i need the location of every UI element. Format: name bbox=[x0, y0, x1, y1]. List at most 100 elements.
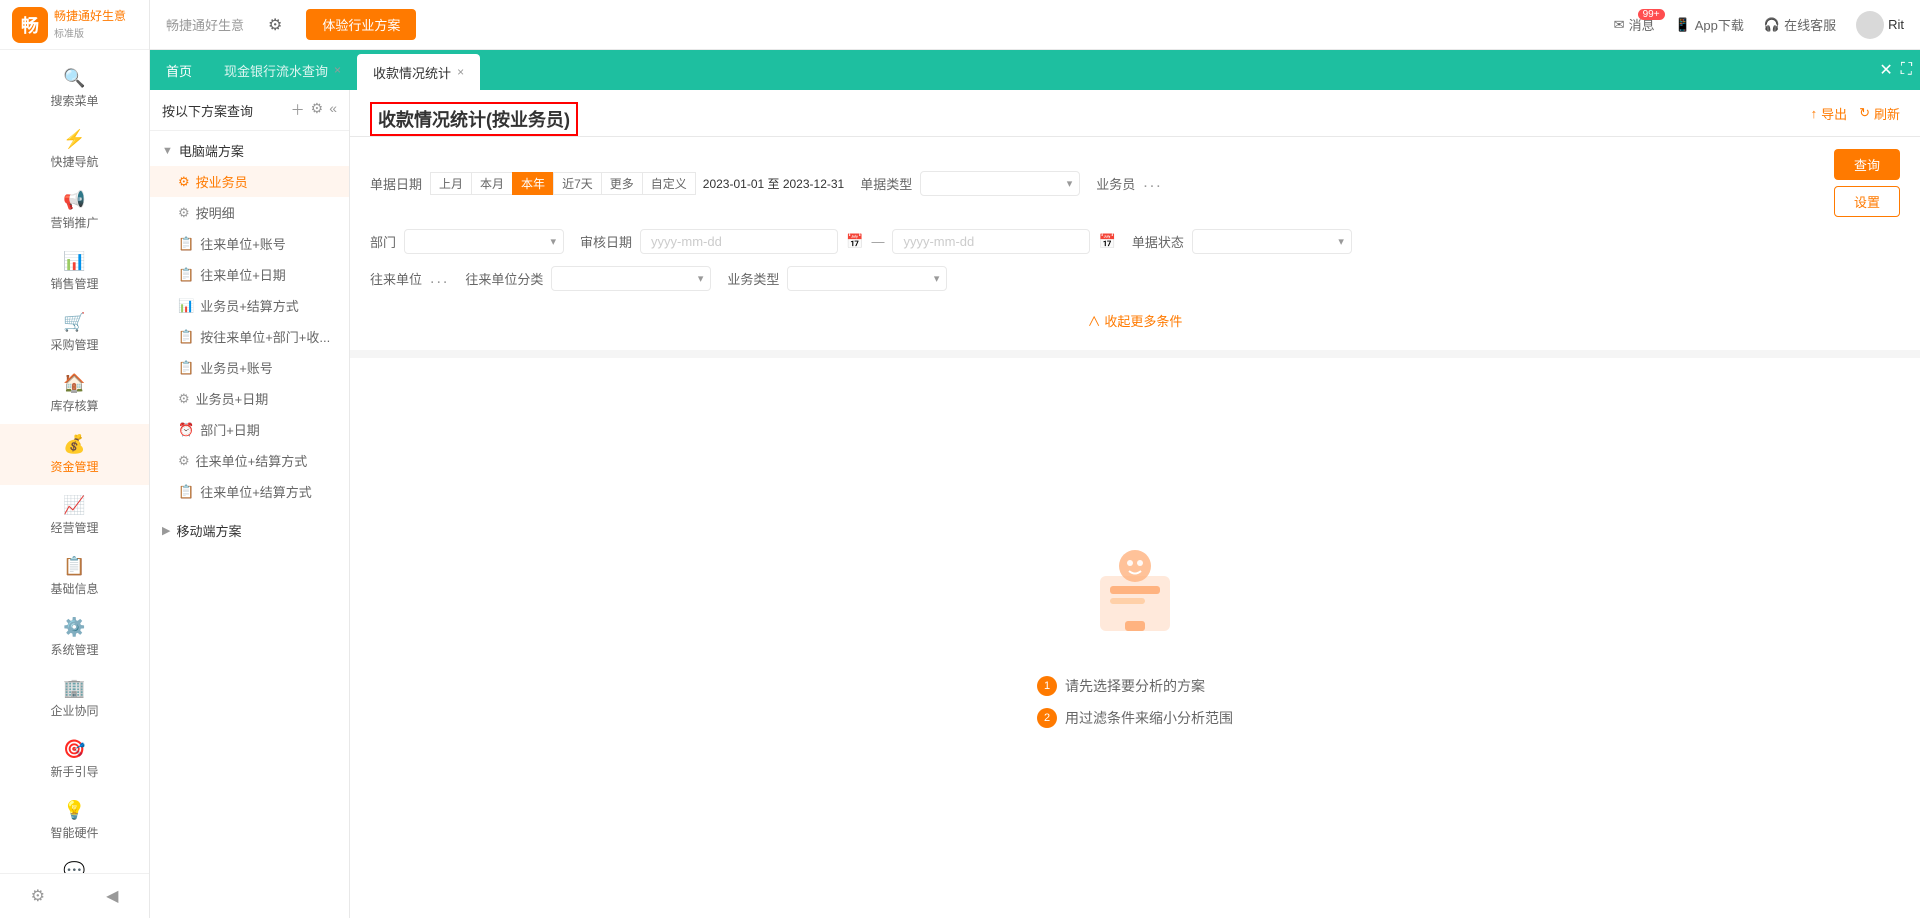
review-date-start[interactable] bbox=[640, 229, 838, 254]
tab-bank-close[interactable]: × bbox=[334, 63, 341, 77]
tab-receipt[interactable]: 收款情况统计 × bbox=[357, 54, 480, 90]
right-panel: 收款情况统计(按业务员) ↑ 导出 ↻ 刷新 bbox=[350, 90, 1920, 918]
tree-item-sales-date[interactable]: ⚙ 业务员+日期 bbox=[150, 383, 349, 414]
sidebar-item-quicknav[interactable]: ⚡ 快捷导航 bbox=[0, 119, 149, 180]
sidebar-item-finance[interactable]: 💰 资金管理 bbox=[0, 424, 149, 485]
scheme-collapse-btn[interactable]: « bbox=[329, 100, 337, 120]
salesman-more-btn[interactable]: ... bbox=[1143, 174, 1162, 192]
marketing-icon: 📢 bbox=[63, 190, 85, 211]
partner-category-select[interactable] bbox=[551, 266, 711, 291]
filter-row-2: 部门 ▾ 审核日期 📅 — 📅 bbox=[370, 229, 1900, 254]
review-date-end[interactable] bbox=[892, 229, 1090, 254]
user-avatar bbox=[1856, 11, 1884, 39]
trial-btn[interactable]: 体验行业方案 bbox=[306, 9, 416, 40]
sidebar-item-label: 经营管理 bbox=[50, 519, 98, 536]
tab-receipt-close[interactable]: × bbox=[457, 65, 464, 79]
topbar-message[interactable]: ✉ 消息 99+ bbox=[1614, 15, 1655, 34]
tree-group-mobile-header[interactable]: ▶ 移动端方案 bbox=[150, 515, 349, 546]
tree-item-icon: ⚙ bbox=[178, 174, 190, 190]
settings-btn[interactable]: 设置 bbox=[1834, 186, 1900, 217]
biztype-select[interactable] bbox=[787, 266, 947, 291]
partner-category-label: 往来单位分类 bbox=[465, 269, 543, 288]
date-tab-thisyear[interactable]: 本年 bbox=[512, 172, 554, 195]
calendar-icon-2[interactable]: 📅 bbox=[1098, 233, 1115, 250]
sidebar-item-business[interactable]: 📈 经营管理 bbox=[0, 485, 149, 546]
tabbar: 首页 现金银行流水查询 × 收款情况统计 × ✕ ⛶ bbox=[150, 50, 1920, 90]
sidebar-item-search[interactable]: 🔍 搜索菜单 bbox=[0, 58, 149, 119]
query-btn[interactable]: 查询 bbox=[1834, 149, 1900, 180]
tab-bank[interactable]: 现金银行流水查询 × bbox=[208, 50, 357, 90]
sidebar-settings-btn[interactable]: ⚙ bbox=[31, 886, 45, 906]
date-tab-more[interactable]: 更多 bbox=[601, 172, 643, 195]
tree-item-dept-date[interactable]: ⏰ 部门+日期 bbox=[150, 414, 349, 445]
tree-item-icon: ⚙ bbox=[178, 453, 190, 469]
tree-item-icon: ⏰ bbox=[178, 422, 194, 438]
date-tab-lastmonth[interactable]: 上月 bbox=[430, 172, 472, 195]
service-icon: 🎧 bbox=[1764, 17, 1780, 33]
collapse-label: 收起更多条件 bbox=[1104, 314, 1182, 329]
empty-state: 1 请先选择要分析的方案 2 用过滤条件来缩小分析范围 bbox=[350, 358, 1920, 918]
sidebar-item-purchase[interactable]: 🛒 采购管理 bbox=[0, 302, 149, 363]
dept-select[interactable] bbox=[404, 229, 564, 254]
sidebar-collapse-btn[interactable]: ◀ bbox=[106, 886, 118, 906]
topbar-user[interactable]: Rit bbox=[1856, 11, 1904, 39]
page-title: 收款情况统计(按业务员) bbox=[370, 102, 578, 136]
topbar-service[interactable]: 🎧 在线客服 bbox=[1764, 15, 1836, 34]
export-btn[interactable]: ↑ 导出 bbox=[1811, 104, 1848, 123]
tree-item-unit-account[interactable]: 📋 往来单位+账号 bbox=[150, 228, 349, 259]
date-tab-thismonth[interactable]: 本月 bbox=[471, 172, 513, 195]
sidebar-item-label: 基础信息 bbox=[50, 580, 98, 597]
business-icon: 📈 bbox=[63, 495, 85, 516]
date-tab-last7[interactable]: 近7天 bbox=[553, 172, 602, 195]
docstatus-select[interactable] bbox=[1192, 229, 1352, 254]
tree-item-salesman[interactable]: ⚙ 按业务员 bbox=[150, 166, 349, 197]
sidebar: 畅 畅捷通好生意 标准版 🔍 搜索菜单 ⚡ 快捷导航 📢 营销推广 📊 bbox=[0, 0, 150, 918]
docstatus-label: 单据状态 bbox=[1132, 232, 1184, 251]
calendar-icon-1[interactable]: 📅 bbox=[846, 233, 863, 250]
sidebar-item-sales[interactable]: 📊 销售管理 bbox=[0, 241, 149, 302]
sidebar-item-guide[interactable]: 🎯 新手引导 bbox=[0, 729, 149, 790]
refresh-btn[interactable]: ↻ 刷新 bbox=[1859, 104, 1900, 123]
topbar-app-download[interactable]: 📱 App下载 bbox=[1675, 15, 1744, 34]
tree-item-sales-account[interactable]: 📋 业务员+账号 bbox=[150, 352, 349, 383]
filter-review-item: 审核日期 📅 — 📅 bbox=[580, 229, 1116, 254]
scheme-add-btn[interactable]: ＋ bbox=[291, 100, 305, 120]
partner-more-btn[interactable]: ... bbox=[430, 270, 449, 288]
tabbar-maximize-icon[interactable]: ⛶ bbox=[1901, 61, 1912, 79]
export-icon: ↑ bbox=[1811, 106, 1818, 121]
tree-item-detail[interactable]: ⚙ 按明细 bbox=[150, 197, 349, 228]
system-icon: ⚙️ bbox=[63, 617, 85, 638]
sidebar-item-inventory[interactable]: 🏠 库存核算 bbox=[0, 363, 149, 424]
sidebar-item-label: 库存核算 bbox=[50, 397, 98, 414]
sidebar-item-wechat[interactable]: 💬 企业微信 bbox=[0, 851, 149, 873]
doctype-select[interactable] bbox=[920, 171, 1080, 196]
sidebar-item-system[interactable]: ⚙️ 系统管理 bbox=[0, 607, 149, 668]
sidebar-item-hardware[interactable]: 💡 智能硬件 bbox=[0, 790, 149, 851]
tree-arrow-icon: ▶ bbox=[162, 524, 170, 537]
scheme-settings-btn[interactable]: ⚙ bbox=[311, 100, 324, 120]
wechat-icon: 💬 bbox=[63, 861, 85, 873]
filter-row-1: 单据日期 上月 本月 本年 近7天 更多 自定义 2023-01-01 至 20… bbox=[370, 149, 1900, 217]
salesman-label: 业务员 bbox=[1096, 174, 1135, 193]
collapse-row[interactable]: ∧ 收起更多条件 bbox=[370, 303, 1900, 338]
tree-item-unit-settle2[interactable]: 📋 往来单位+结算方式 bbox=[150, 476, 349, 507]
filter-row-3: 往来单位 ... 往来单位分类 ▾ 业务类型 bbox=[370, 266, 1900, 291]
tree-item-sales-settle[interactable]: 📊 业务员+结算方式 bbox=[150, 290, 349, 321]
message-icon: ✉ bbox=[1614, 17, 1625, 33]
topbar-settings-icon[interactable]: ⚙ bbox=[268, 15, 282, 35]
main: 畅捷通好生意 ⚙ 体验行业方案 ✉ 消息 99+ 📱 App下载 🎧 在线客服 bbox=[150, 0, 1920, 918]
sidebar-item-marketing[interactable]: 📢 营销推广 bbox=[0, 180, 149, 241]
tree-item-unit-dept[interactable]: 📋 按往来单位+部门+收... bbox=[150, 321, 349, 352]
sidebar-item-label: 资金管理 bbox=[50, 458, 98, 475]
tree-group-desktop-header[interactable]: ▼ 电脑端方案 bbox=[150, 135, 349, 166]
sidebar-item-label: 企业协同 bbox=[50, 702, 98, 719]
empty-step-2: 2 用过滤条件来缩小分析范围 bbox=[1037, 708, 1233, 728]
sidebar-item-corp[interactable]: 🏢 企业协同 bbox=[0, 668, 149, 729]
filter-docstatus-item: 单据状态 ▾ bbox=[1132, 229, 1352, 254]
tree-item-unit-settle1[interactable]: ⚙ 往来单位+结算方式 bbox=[150, 445, 349, 476]
tabbar-close-icon[interactable]: ✕ bbox=[1879, 60, 1892, 80]
date-tab-custom[interactable]: 自定义 bbox=[642, 172, 696, 195]
tree-item-unit-date[interactable]: 📋 往来单位+日期 bbox=[150, 259, 349, 290]
tab-home[interactable]: 首页 bbox=[150, 50, 208, 90]
sidebar-item-basic[interactable]: 📋 基础信息 bbox=[0, 546, 149, 607]
